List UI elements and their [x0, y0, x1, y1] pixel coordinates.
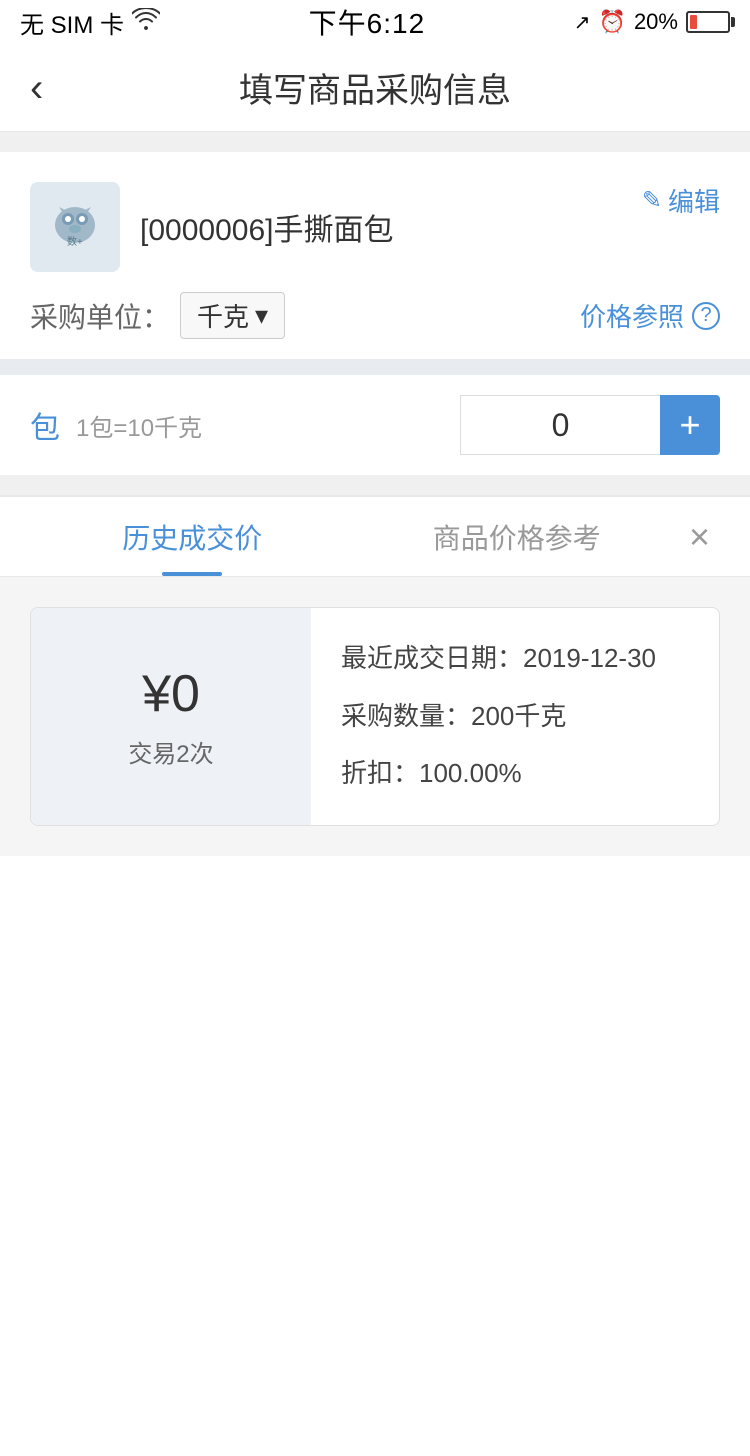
nav-bar: ‹ 填写商品采购信息 — [0, 44, 750, 132]
price-ref-icon: ? — [692, 302, 720, 330]
price-card: ¥0 交易2次 最近成交日期：2019-12-30 采购数量：200千克 折扣：… — [30, 607, 720, 826]
price-discount: 折扣：100.00% — [341, 753, 689, 795]
quantity-input-row: + — [460, 395, 720, 455]
product-left: 数+ [0000006]手撕面包 — [30, 182, 393, 272]
unit-value: 千克 — [197, 297, 249, 334]
tabs-section: 历史成交价 商品价格参考 × ¥0 交易2次 最近成交日期：2019-12-30… — [0, 495, 750, 856]
edit-button[interactable]: ✎ 编辑 — [642, 182, 720, 219]
bag-unit: 包 — [30, 403, 60, 447]
quantity-plus-button[interactable]: + — [660, 395, 720, 455]
battery-percent: 20% — [634, 9, 678, 35]
quantity-section: 包 1包=10千克 + — [0, 375, 750, 475]
tab-product-price-ref[interactable]: 商品价格参考 — [354, 497, 678, 576]
product-name: [0000006]手撕面包 — [140, 205, 393, 249]
bag-conversion: 1包=10千克 — [76, 408, 202, 443]
wifi-icon — [132, 8, 160, 37]
alarm-icon: ⏰ — [599, 9, 626, 35]
carrier-text: 无 SIM 卡 — [20, 5, 124, 40]
discount-label: 折扣： — [341, 758, 419, 788]
price-amount: ¥0 — [142, 664, 200, 724]
status-left: 无 SIM 卡 — [20, 5, 160, 40]
price-value: 0 — [171, 665, 200, 723]
price-ref-link[interactable]: 价格参照 ? — [580, 297, 720, 334]
page-title: 填写商品采购信息 — [239, 63, 511, 112]
price-right-panel: 最近成交日期：2019-12-30 采购数量：200千克 折扣：100.00% — [311, 608, 719, 825]
dropdown-icon: ▾ — [255, 300, 268, 331]
section-divider — [0, 359, 750, 375]
svg-text:数+: 数+ — [67, 235, 83, 248]
bottom-area — [0, 856, 750, 1456]
currency-symbol: ¥ — [142, 665, 171, 723]
tabs-header: 历史成交价 商品价格参考 × — [0, 497, 750, 577]
product-thumbnail: 数+ — [30, 182, 120, 272]
product-header: 数+ [0000006]手撕面包 ✎ 编辑 — [30, 182, 720, 272]
tab2-label: 商品价格参考 — [433, 517, 601, 557]
quantity-detail-value: 200千克 — [471, 701, 566, 731]
price-recent-date: 最近成交日期：2019-12-30 — [341, 638, 689, 680]
unit-left: 采购单位： 千克 ▾ — [30, 292, 285, 339]
product-logo: 数+ — [45, 193, 105, 262]
quantity-input[interactable] — [460, 395, 660, 455]
tab1-label: 历史成交价 — [122, 517, 262, 557]
edit-icon: ✎ — [642, 186, 662, 215]
price-left-panel: ¥0 交易2次 — [31, 608, 311, 825]
recent-date-value: 2019-12-30 — [523, 643, 656, 673]
back-button[interactable]: ‹ — [30, 68, 43, 108]
status-bar: 无 SIM 卡 下午6:12 ↗ ⏰ 20% — [0, 0, 750, 44]
status-time: 下午6:12 — [309, 2, 426, 42]
unit-select-dropdown[interactable]: 千克 ▾ — [180, 292, 285, 339]
price-ref-label: 价格参照 — [580, 297, 684, 334]
edit-label: 编辑 — [668, 182, 720, 219]
price-transactions: 交易2次 — [128, 734, 213, 769]
price-card-area: ¥0 交易2次 最近成交日期：2019-12-30 采购数量：200千克 折扣：… — [0, 577, 750, 856]
recent-date-label: 最近成交日期： — [341, 643, 523, 673]
product-unit-row: 采购单位： 千克 ▾ 价格参照 ? — [30, 292, 720, 339]
tab-history-price[interactable]: 历史成交价 — [30, 497, 354, 576]
discount-value: 100.00% — [419, 758, 522, 788]
tabs-close-button[interactable]: × — [679, 506, 720, 568]
unit-label: 采购单位： — [30, 296, 170, 336]
price-quantity: 采购数量：200千克 — [341, 696, 689, 738]
battery-icon — [686, 11, 730, 33]
product-section: 数+ [0000006]手撕面包 ✎ 编辑 采购单位： 千克 ▾ 价格参照 ? — [0, 152, 750, 359]
status-right: ↗ ⏰ 20% — [574, 9, 730, 35]
quantity-label: 包 1包=10千克 — [30, 403, 202, 447]
quantity-detail-label: 采购数量： — [341, 701, 471, 731]
location-icon: ↗ — [574, 10, 591, 35]
